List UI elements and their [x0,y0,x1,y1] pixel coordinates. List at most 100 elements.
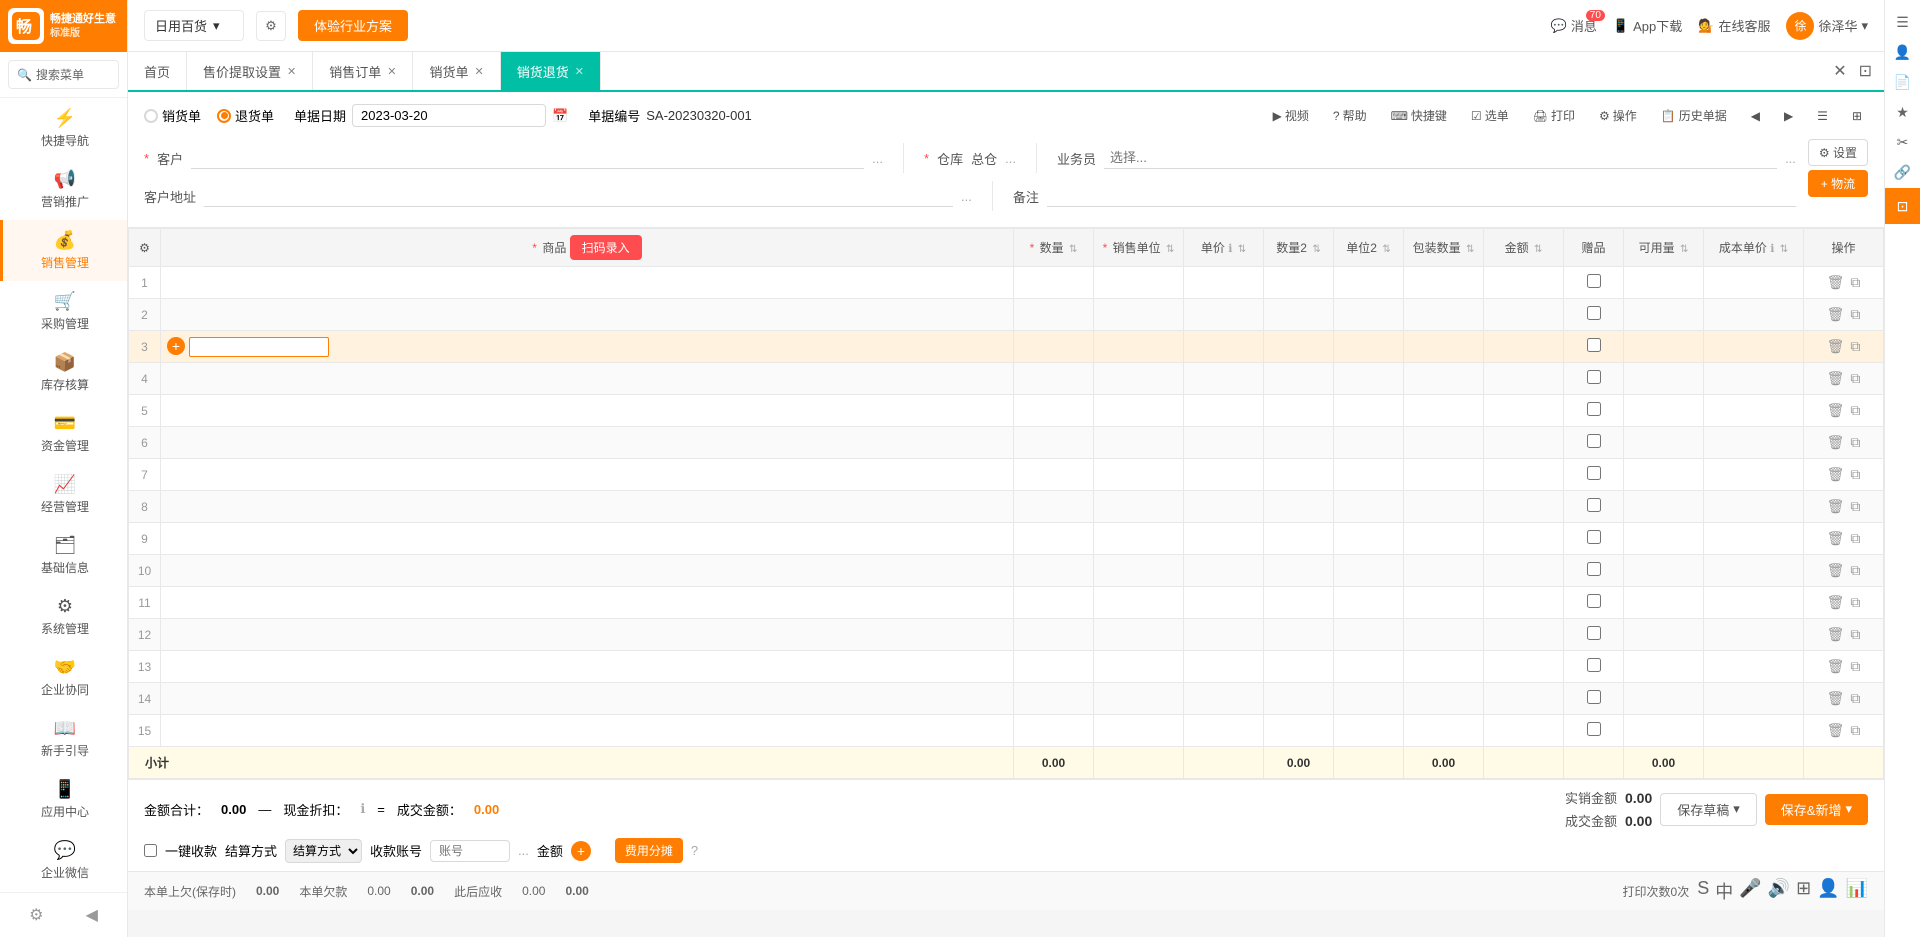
tab-close-sales[interactable]: ✕ [475,65,484,78]
qty2-cell[interactable] [1264,523,1334,555]
tab-return[interactable]: 销货退货 ✕ [501,52,601,90]
address-input[interactable] [204,185,953,207]
amount-cell[interactable] [1484,651,1564,683]
right-sidebar-clip-btn[interactable]: ✂ [1889,128,1917,156]
delete-icon[interactable]: 🗑 [1827,658,1845,675]
amount-cell[interactable] [1484,683,1564,715]
sales-unit-cell[interactable] [1094,427,1184,459]
copy-icon[interactable]: ⧉ [1850,594,1860,611]
goods-cell[interactable]: + [161,331,1014,363]
gift-cell[interactable] [1564,395,1624,427]
goods-cell[interactable] [161,523,1014,555]
price-cell[interactable] [1184,619,1264,651]
pack-qty-cell[interactable] [1404,587,1484,619]
gift-cell[interactable] [1564,555,1624,587]
amount-cell[interactable] [1484,619,1564,651]
available-cell[interactable] [1624,395,1704,427]
right-sidebar-people-btn[interactable]: 👤 [1889,38,1917,66]
delete-icon[interactable]: 🗑 [1827,594,1845,611]
price-cell[interactable] [1184,555,1264,587]
unit2-cell[interactable] [1334,683,1404,715]
radio-return[interactable]: 退货单 [217,106,274,125]
sales-unit-cell[interactable] [1094,523,1184,555]
pack-qty-cell[interactable] [1404,427,1484,459]
history-btn[interactable]: 📋 历史单据 [1655,104,1733,127]
price-cell[interactable] [1184,683,1264,715]
delete-icon[interactable]: 🗑 [1827,306,1845,323]
sales-unit-cell[interactable] [1094,459,1184,491]
price-cell[interactable] [1184,395,1264,427]
qty-cell[interactable] [1014,715,1094,747]
trial-btn[interactable]: 体验行业方案 [298,10,408,41]
gift-cell[interactable] [1564,363,1624,395]
amount-cell[interactable] [1484,587,1564,619]
sales-unit-cell[interactable] [1094,299,1184,331]
copy-icon[interactable]: ⧉ [1850,722,1860,739]
tab-sales[interactable]: 销货单 ✕ [413,52,500,90]
unit2-cell[interactable] [1334,491,1404,523]
qty2-cell[interactable] [1264,331,1334,363]
right-sidebar-star-btn[interactable]: ★ [1889,98,1917,126]
delete-icon[interactable]: 🗑 [1827,338,1845,355]
qty-cell[interactable] [1014,299,1094,331]
delete-icon[interactable]: 🗑 [1827,402,1845,419]
sidebar-item-wechat[interactable]: 💬 企业微信 [0,830,127,891]
price-cell[interactable] [1184,459,1264,491]
unit2-sort-icon[interactable]: ⇅ [1382,244,1390,255]
cost-price-cell[interactable] [1704,363,1804,395]
amount-cell[interactable] [1484,267,1564,299]
qty-cell[interactable] [1014,491,1094,523]
gift-checkbox[interactable] [1587,402,1601,416]
available-cell[interactable] [1624,363,1704,395]
gift-checkbox[interactable] [1587,338,1601,352]
amount-cell[interactable] [1484,555,1564,587]
gift-checkbox[interactable] [1587,434,1601,448]
sales-unit-cell[interactable] [1094,267,1184,299]
cost-price-cell[interactable] [1704,491,1804,523]
available-cell[interactable] [1624,267,1704,299]
sales-unit-cell[interactable] [1094,331,1184,363]
amount-cell[interactable] [1484,715,1564,747]
goods-cell[interactable] [161,491,1014,523]
shortcut-btn[interactable]: ⌨ 快捷键 [1385,104,1453,127]
sidebar-item-collab[interactable]: 🤝 企业协同 [0,647,127,708]
copy-icon[interactable]: ⧉ [1850,274,1860,291]
copy-icon[interactable]: ⧉ [1850,306,1860,323]
calc-method-select[interactable]: 结算方式 [285,839,362,863]
tab-close-return[interactable]: ✕ [575,65,584,78]
sidebar-item-purchase[interactable]: 🛒 采购管理 [0,281,127,342]
help-btn[interactable]: ? 帮助 [1327,104,1373,127]
pack-qty-sort-icon[interactable]: ⇅ [1466,244,1474,255]
pack-qty-cell[interactable] [1404,523,1484,555]
qty-cell[interactable] [1014,587,1094,619]
delete-icon[interactable]: 🗑 [1827,466,1845,483]
qty2-cell[interactable] [1264,363,1334,395]
radio-sales[interactable]: 销货单 [144,106,201,125]
qty2-cell[interactable] [1264,619,1334,651]
online-service-btn[interactable]: 💁 在线客服 [1698,16,1770,35]
copy-icon[interactable]: ⧉ [1850,690,1860,707]
tab-close-price-extract[interactable]: ✕ [287,65,296,78]
cost-price-sort-icon[interactable]: ⇅ [1780,244,1788,255]
sidebar-item-marketing[interactable]: 📢 营销推广 [0,159,127,220]
sales-unit-cell[interactable] [1094,555,1184,587]
qty2-cell[interactable] [1264,299,1334,331]
cost-price-cell[interactable] [1704,619,1804,651]
qty-sort-icon[interactable]: ⇅ [1069,244,1077,255]
amount-cell[interactable] [1484,459,1564,491]
available-cell[interactable] [1624,715,1704,747]
gift-cell[interactable] [1564,715,1624,747]
available-cell[interactable] [1624,491,1704,523]
delete-icon[interactable]: 🗑 [1827,722,1845,739]
goods-cell[interactable] [161,619,1014,651]
maximize-btn[interactable]: ⊡ [1855,59,1876,83]
price-cell[interactable] [1184,587,1264,619]
amount-cell[interactable] [1484,299,1564,331]
gift-cell[interactable] [1564,523,1624,555]
list-view-btn[interactable]: ☰ [1811,106,1834,126]
price-cell[interactable] [1184,427,1264,459]
unit2-cell[interactable] [1334,715,1404,747]
close-tab-btn[interactable]: ✕ [1829,59,1850,83]
sidebar-item-guide[interactable]: 📖 新手引导 [0,708,127,769]
cost-price-cell[interactable] [1704,587,1804,619]
